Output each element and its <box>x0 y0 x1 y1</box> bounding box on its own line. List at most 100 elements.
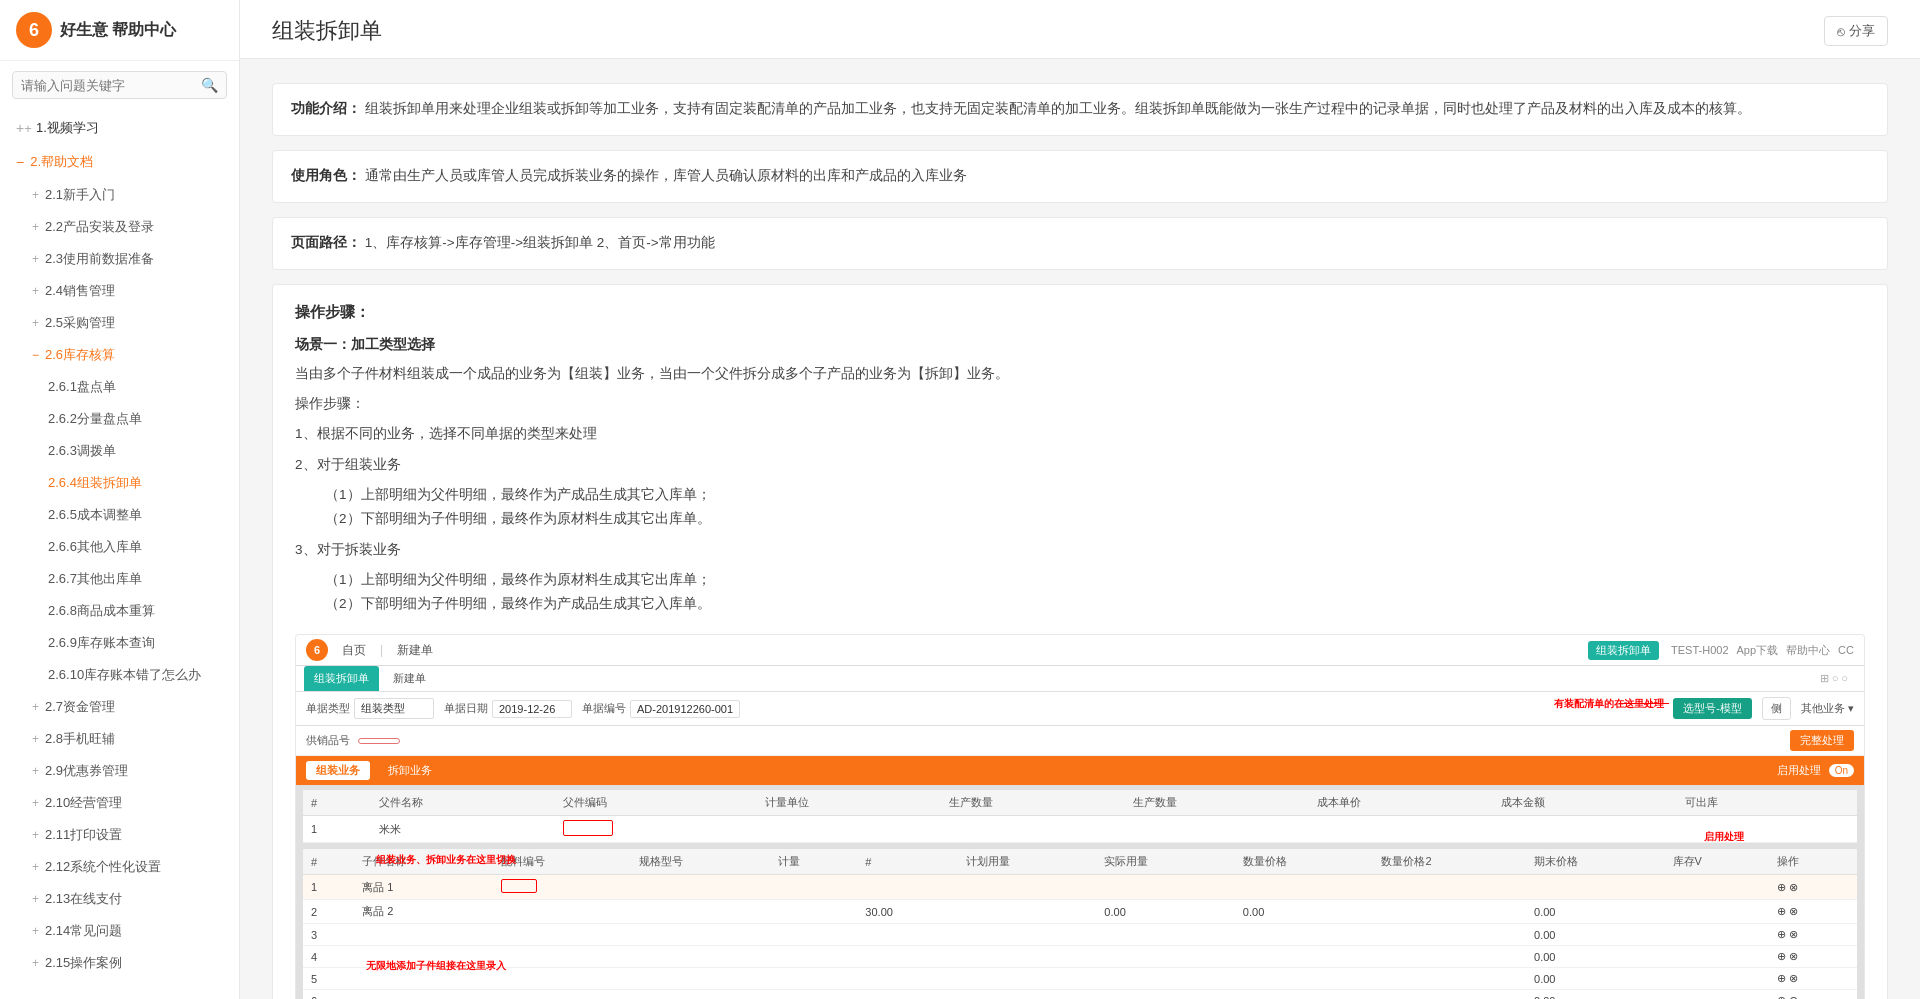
sim-type-value[interactable]: 组装类型 <box>354 698 434 719</box>
sim-aux-toggle[interactable]: On <box>1829 764 1854 777</box>
sidebar-item-faq[interactable]: + 2.14常见问题 <box>0 915 239 947</box>
expand-sub-icon2: + <box>32 220 39 234</box>
sim-field-date: 单据日期 2019-12-26 <box>444 700 572 718</box>
sidebar-item-install[interactable]: + 2.2产品安装及登录 <box>0 211 239 243</box>
sim-bottom-highlighted[interactable] <box>501 879 537 893</box>
expand-sub-icon12: + <box>32 892 39 906</box>
sidebar-item-inventory[interactable]: − 2.6库存核算 <box>0 339 239 371</box>
sidebar-item-video[interactable]: + 1.视频学习 <box>0 111 239 145</box>
sim-type-bar: 组装业务 拆卸业务 启用处理 On <box>296 756 1864 785</box>
sim-btn-confirm[interactable]: 选型号-模型 <box>1673 698 1752 719</box>
sidebar-item-online[interactable]: + 2.13在线支付 <box>0 883 239 915</box>
sim-btn-process[interactable]: 完整处理 <box>1790 730 1854 751</box>
sidebar-item-print-label: 2.11打印设置 <box>45 826 122 844</box>
sidebar-item-custom[interactable]: + 2.12系统个性化设置 <box>0 851 239 883</box>
sim-search-input[interactable] <box>358 738 400 744</box>
sim-type-label: 单据类型 <box>306 701 350 716</box>
table-row: 2 离品 2 30.00 0.00 0.00 0.00 <box>303 900 1857 924</box>
sim-code-value[interactable]: AD-201912260-001 <box>630 700 740 718</box>
nav-section: + 1.视频学习 − 2.帮助文档 + 2.1新手入门 + 2.2产品安装及登录… <box>0 109 239 981</box>
sim-right-cc[interactable]: CC <box>1838 644 1854 656</box>
table-row: 50.00⊕ ⊗ <box>303 968 1857 990</box>
func-intro-text: 组装拆卸单用来处理企业组装或拆卸等加工业务，支持有固定装配清单的产品加工业务，也… <box>365 101 1751 116</box>
sim-field-type: 单据类型 组装类型 <box>306 698 434 719</box>
sidebar-item-261-label: 2.6.1盘点单 <box>48 378 116 396</box>
sidebar-item-mobile-label: 2.8手机旺辅 <box>45 730 115 748</box>
sidebar-item-265[interactable]: 2.6.5成本调整单 <box>48 499 239 531</box>
sidebar-item-ops[interactable]: + 2.10经营管理 <box>0 787 239 819</box>
sidebar-item-prepare[interactable]: + 2.3使用前数据准备 <box>0 243 239 275</box>
sidebar-item-262[interactable]: 2.6.2分量盘点单 <box>48 403 239 435</box>
sidebar-item-261[interactable]: 2.6.1盘点单 <box>48 371 239 403</box>
sim-sub-tab-list[interactable]: 组装拆卸单 <box>304 666 379 691</box>
sim-code-label: 单据编号 <box>582 701 626 716</box>
page-title: 组装拆卸单 <box>272 16 382 46</box>
sim-nav-new[interactable]: 新建单 <box>391 640 439 661</box>
sim-table-bottom-header: # 子件名称 配料编号 规格型号 计量 # 计划用量 实际用量 数量价格 数量价… <box>303 849 1857 875</box>
sidebar-item-mobile[interactable]: + 2.8手机旺辅 <box>0 723 239 755</box>
sim-topbar-right: TEST-H002 App下载 帮助中心 CC <box>1671 643 1854 658</box>
expand-icon: + <box>16 121 30 135</box>
content-area: 功能介绍： 组装拆卸单用来处理企业组装或拆卸等加工业务，支持有固定装配清单的产品… <box>240 59 1920 999</box>
sim-btn-print[interactable]: 侧 <box>1762 697 1791 720</box>
role-box: 使用角色： 通常由生产人员或库管人员完成拆装业务的操作，库管人员确认原材料的出库… <box>272 150 1888 203</box>
sim-search-label: 供销品号 <box>306 733 350 748</box>
table-row: 30.00⊕ ⊗ <box>303 924 1857 946</box>
sim-type-assemble[interactable]: 组装业务 <box>306 761 370 780</box>
main-panel: 组装拆卸单 ⎋ 分享 功能介绍： 组装拆卸单用来处理企业组装或拆卸等加工业务，支… <box>240 0 1920 999</box>
role-text: 通常由生产人员或库管人员完成拆装业务的操作，库管人员确认原材料的出库和产成品的入… <box>365 168 967 183</box>
table-row: 1 离品 1 <box>303 875 1857 900</box>
sim-nav-home[interactable]: 自页 <box>336 640 372 661</box>
sim-bth-inv: 库存V <box>1665 849 1770 875</box>
sim-app-id: TEST-H002 <box>1671 644 1728 656</box>
sim-type-disassemble[interactable]: 拆卸业务 <box>378 761 442 780</box>
sim-right-app[interactable]: App下载 <box>1737 643 1779 658</box>
sidebar-item-266-label: 2.6.6其他入库单 <box>48 538 142 556</box>
sidebar-item-cases[interactable]: + 2.15操作案例 <box>0 947 239 979</box>
sidebar-item-print[interactable]: + 2.11打印设置 <box>0 819 239 851</box>
func-intro-box: 功能介绍： 组装拆卸单用来处理企业组装或拆卸等加工业务，支持有固定装配清单的产品… <box>272 83 1888 136</box>
sidebar-item-2610[interactable]: 2.6.10库存账本错了怎么办 <box>48 659 239 691</box>
sidebar-item-264[interactable]: 2.6.4组装拆卸单 <box>48 467 239 499</box>
sidebar-item-266[interactable]: 2.6.6其他入库单 <box>48 531 239 563</box>
search-box[interactable]: 🔍 <box>12 71 227 99</box>
sim-tab-active[interactable]: 组装拆卸单 <box>1588 641 1659 660</box>
share-button[interactable]: ⎋ 分享 <box>1824 16 1888 46</box>
sidebar-item-custom-label: 2.12系统个性化设置 <box>45 858 161 876</box>
table-row: 1 米米 <box>303 816 1857 843</box>
sim-date-value[interactable]: 2019-12-26 <box>492 700 572 718</box>
sidebar-item-online-label: 2.13在线支付 <box>45 890 122 908</box>
sidebar-item-sales-label: 2.4销售管理 <box>45 282 115 300</box>
sidebar-item-sales[interactable]: + 2.4销售管理 <box>0 275 239 307</box>
table-row: 60.00⊕ ⊗ <box>303 990 1857 999</box>
search-icon[interactable]: 🔍 <box>201 77 218 93</box>
sim-btn-more[interactable]: 其他业务 ▾ <box>1801 701 1854 716</box>
sim-bottom-table: # 子件名称 配料编号 规格型号 计量 # 计划用量 实际用量 数量价格 数量价… <box>302 848 1858 999</box>
step2: 2、对于组装业务 <box>295 453 1865 477</box>
sidebar-item-269[interactable]: 2.6.9库存账本查询 <box>48 627 239 659</box>
sidebar-item-newbie[interactable]: + 2.1新手入门 <box>0 179 239 211</box>
sidebar-item-docs[interactable]: − 2.帮助文档 <box>0 145 239 179</box>
sim-sub-tab-new[interactable]: 新建单 <box>383 666 436 691</box>
sidebar-item-finance[interactable]: + 2.7资金管理 <box>0 691 239 723</box>
sim-right-help[interactable]: 帮助中心 <box>1786 643 1830 658</box>
ops-steps-heading: 操作步骤： <box>295 392 1865 416</box>
sim-td-ca <box>1493 816 1677 843</box>
sidebar-item-inventory-label: 2.6库存核算 <box>45 346 115 364</box>
search-input[interactable] <box>21 78 201 93</box>
sidebar-item-267[interactable]: 2.6.7其他出库单 <box>48 563 239 595</box>
sidebar-item-purchase[interactable]: + 2.5采购管理 <box>0 307 239 339</box>
sim-td-unit <box>757 816 941 843</box>
sidebar-item-263[interactable]: 2.6.3调拨单 <box>48 435 239 467</box>
sim-bth-code: 配料编号 <box>493 849 632 875</box>
sidebar-item-269-label: 2.6.9库存账本查询 <box>48 634 155 652</box>
sidebar-item-268[interactable]: 2.6.8商品成本重算 <box>48 595 239 627</box>
sim-td-pq1 <box>941 816 1125 843</box>
table-row: 40.00⊕ ⊗ <box>303 946 1857 968</box>
step3: 3、对于拆装业务 <box>295 538 1865 562</box>
sidebar-item-264-label: 2.6.4组装拆卸单 <box>48 474 142 492</box>
sidebar-item-newbie-label: 2.1新手入门 <box>45 186 115 204</box>
sidebar-item-coupon[interactable]: + 2.9优惠券管理 <box>0 755 239 787</box>
sidebar-item-faq-label: 2.14常见问题 <box>45 922 122 940</box>
sim-highlighted-field[interactable] <box>563 820 613 836</box>
